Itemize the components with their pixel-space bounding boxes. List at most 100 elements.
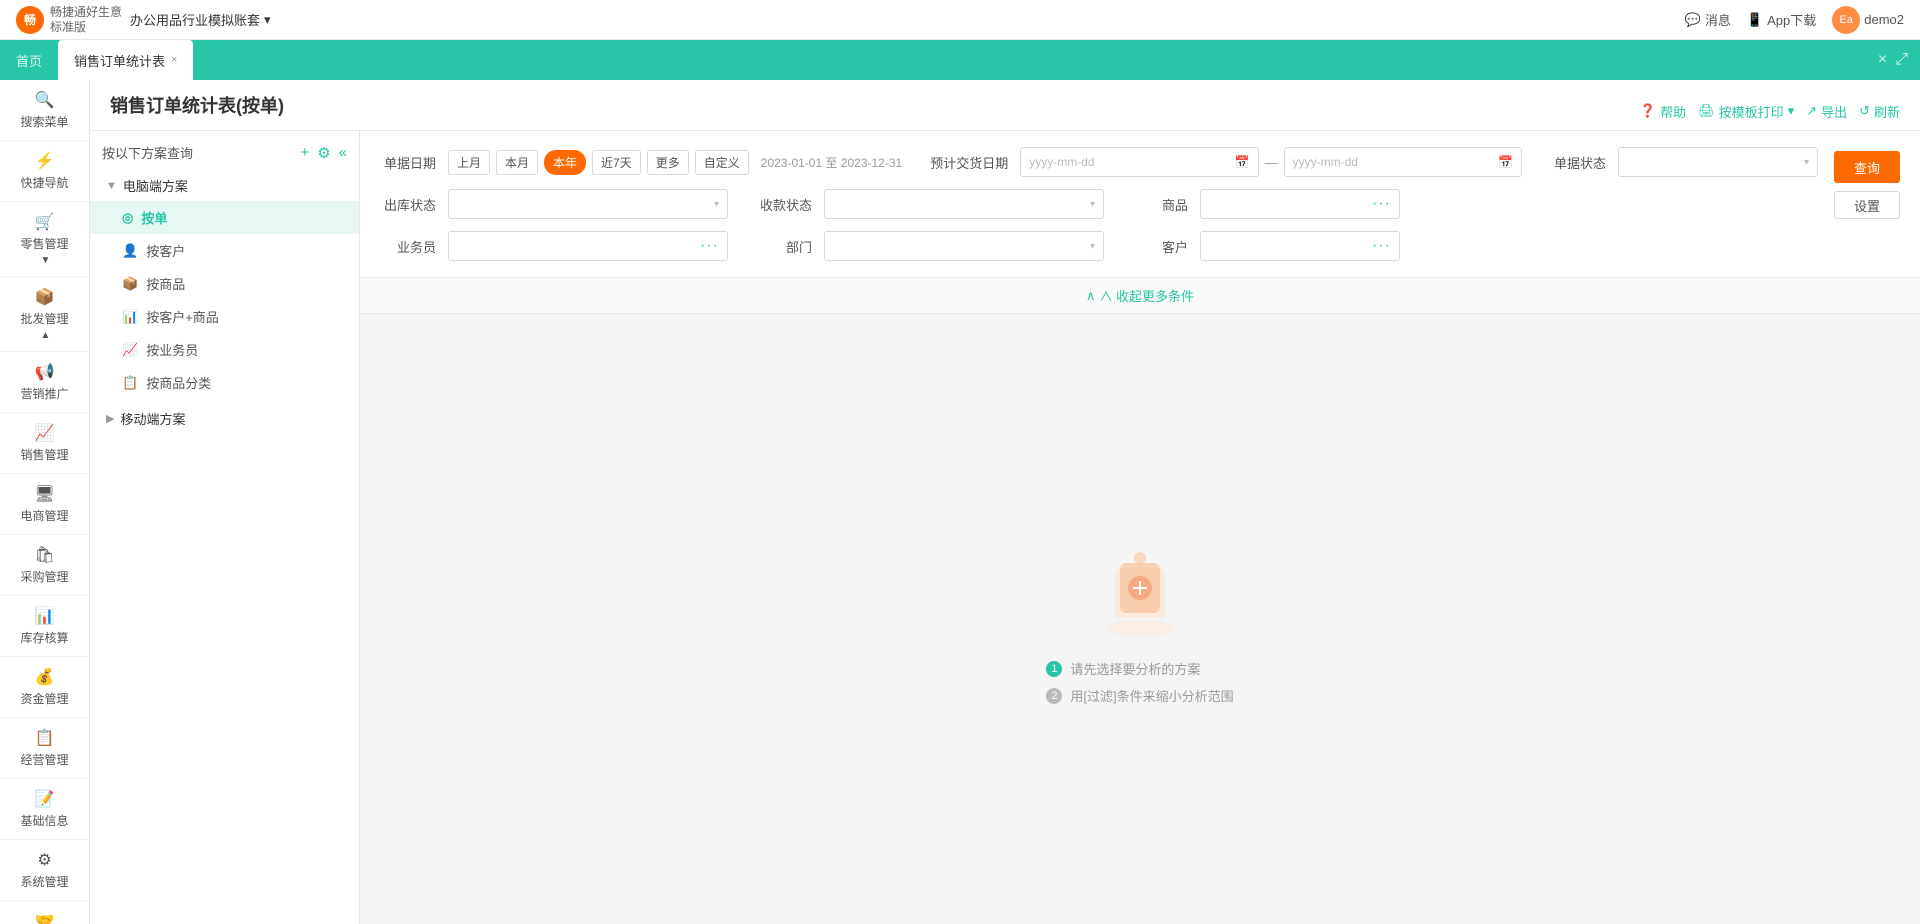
scheme-header-actions: + ⚙ « xyxy=(300,144,347,162)
customer-select[interactable]: ··· xyxy=(1200,231,1400,261)
basic-icon: 📝 xyxy=(35,789,55,809)
operation-icon: 📋 xyxy=(35,728,55,748)
tab-close-icon[interactable]: × xyxy=(171,54,177,66)
sidebar-item-quick-nav[interactable]: ⚡ 快捷导航 xyxy=(0,141,89,202)
sidebar-item-inventory[interactable]: 📊 库存核算 xyxy=(0,596,89,657)
sidebar-item-sales[interactable]: 📈 销售管理 xyxy=(0,413,89,474)
search-icon: 🔍 xyxy=(35,90,55,110)
scheme-add-btn[interactable]: + xyxy=(300,144,309,161)
purchase-icon: 🛍 xyxy=(34,545,54,565)
logo-area: 畅 畅捷通好生意 标准版 xyxy=(16,5,122,34)
top-bar: 畅 畅捷通好生意 标准版 办公用品行业模拟账套 ▾ 💬 消息 📱 App下载 E… xyxy=(0,0,1920,40)
scheme-section-mobile: ▶ 移动端方案 xyxy=(90,403,359,434)
settings-btn[interactable]: 设置 xyxy=(1834,191,1900,219)
pc-section-arrow-icon: ▼ xyxy=(106,180,117,192)
tab-home[interactable]: 首页 xyxy=(0,40,58,80)
retail-arrow-icon: ▼ xyxy=(41,255,51,266)
page-title: 销售订单统计表(按单) xyxy=(110,92,284,130)
print-btn[interactable]: 🖨 按模板打印 ▾ xyxy=(1698,102,1794,121)
sidebar-item-retail[interactable]: 🛒 零售管理 ▼ xyxy=(0,202,89,277)
scheme-item-by-customer-goods[interactable]: 📊 按客户+商品 xyxy=(90,300,359,333)
expected-date-end[interactable]: yyyy-mm-dd 📅 xyxy=(1284,147,1522,177)
sales-icon: 📈 xyxy=(35,423,55,443)
goods-dots-icon[interactable]: ··· xyxy=(1372,195,1391,213)
sidebar-item-system[interactable]: ⚙ 系统管理 xyxy=(0,840,89,901)
app-download-btn[interactable]: 📱 App下载 xyxy=(1747,10,1816,29)
top-bar-left: 畅 畅捷通好生意 标准版 办公用品行业模拟账套 ▾ xyxy=(16,5,271,34)
sidebar-item-wholesale[interactable]: 📦 批发管理 ▲ xyxy=(0,277,89,352)
collapse-row[interactable]: ∧ ∧ 收起更多条件 xyxy=(360,278,1920,314)
logo-icon: 畅 xyxy=(16,6,44,34)
collapse-label: ∧ 收起更多条件 xyxy=(1099,286,1194,305)
help-btn[interactable]: ❓ 帮助 xyxy=(1640,102,1686,121)
salesperson-dots-icon[interactable]: ··· xyxy=(700,237,719,255)
date-btn-this-year[interactable]: 本年 xyxy=(544,150,586,175)
date-btn-last-month[interactable]: 上月 xyxy=(448,150,490,175)
mobile-section-arrow-icon: ▶ xyxy=(106,412,114,425)
collapse-icon: ∧ xyxy=(1086,288,1096,304)
department-select[interactable]: ▾ xyxy=(824,231,1104,261)
filter-row-3: 业务员 ··· 部门 ▾ 客户 xyxy=(380,231,1818,261)
split-layout: 按以下方案查询 + ⚙ « ▼ 电脑端方案 ◎ 按单 xyxy=(90,131,1920,924)
empty-state: 1 请先选择要分析的方案 2 用[过滤]条件来缩小分析范围 xyxy=(360,314,1920,924)
tab-maximize-icon[interactable]: ⤢ xyxy=(1895,51,1908,69)
filter-row-1: 单据日期 上月 本月 本年 近7天 更多 自定义 2023-01-01 至 20… xyxy=(380,147,1818,177)
by-category-icon: 📋 xyxy=(122,375,138,391)
filter-area: 单据日期 上月 本月 本年 近7天 更多 自定义 2023-01-01 至 20… xyxy=(360,131,1920,278)
sidebar-item-basic[interactable]: 📝 基础信息 xyxy=(0,779,89,840)
help-icon: ❓ xyxy=(1640,103,1656,119)
date-btn-custom[interactable]: 自定义 xyxy=(695,150,749,175)
salesperson-select[interactable]: ··· xyxy=(448,231,728,261)
by-customer-goods-icon: 📊 xyxy=(122,309,138,325)
date-btn-more[interactable]: 更多 xyxy=(647,150,689,175)
tab-minimize-icon[interactable]: × xyxy=(1878,51,1887,69)
sidebar-item-enterprise[interactable]: 🤝 企业协同 xyxy=(0,901,89,924)
expected-date-group: yyyy-mm-dd 📅 — yyyy-mm-dd 📅 xyxy=(1020,147,1522,177)
scheme-item-by-goods[interactable]: 📦 按商品 xyxy=(90,267,359,300)
quick-nav-icon: ⚡ xyxy=(35,151,55,171)
date-btn-last7days[interactable]: 近7天 xyxy=(592,150,641,175)
print-arrow-icon: ▾ xyxy=(1788,103,1795,119)
goods-select[interactable]: ··· xyxy=(1200,189,1400,219)
delivery-status-select[interactable]: ▾ xyxy=(448,189,728,219)
sidebar-item-purchase[interactable]: 🛍 采购管理 xyxy=(0,535,89,596)
action-col: 查询 设置 xyxy=(1834,147,1900,219)
scheme-section-mobile-header[interactable]: ▶ 移动端方案 xyxy=(90,403,359,434)
date-btn-group: 上月 本月 本年 近7天 更多 自定义 xyxy=(448,150,749,175)
date-btn-this-month[interactable]: 本月 xyxy=(496,150,538,175)
sidebar: 🔍 搜索菜单 ⚡ 快捷导航 🛒 零售管理 ▼ 📦 批发管理 ▲ 📢 营销推广 📈… xyxy=(0,80,90,924)
sidebar-item-marketing[interactable]: 📢 营销推广 xyxy=(0,352,89,413)
scheme-item-by-salesperson[interactable]: 📈 按业务员 xyxy=(90,333,359,366)
bill-status-select[interactable]: ▾ xyxy=(1618,147,1818,177)
sidebar-item-search-menu[interactable]: 🔍 搜索菜单 xyxy=(0,80,89,141)
wholesale-arrow-icon: ▲ xyxy=(41,330,51,341)
refresh-btn[interactable]: ↺ 刷新 xyxy=(1859,102,1900,121)
sidebar-item-finance[interactable]: 💰 资金管理 xyxy=(0,657,89,718)
export-btn[interactable]: ↗ 导出 xyxy=(1806,102,1847,121)
scheme-item-by-customer[interactable]: 👤 按客户 xyxy=(90,234,359,267)
filter-row-2: 出库状态 ▾ 收款状态 ▾ 商品 xyxy=(380,189,1818,219)
scheme-collapse-btn[interactable]: « xyxy=(339,144,347,161)
search-btn[interactable]: 查询 xyxy=(1834,151,1900,183)
date-label: 单据日期 xyxy=(380,153,436,172)
filter-results-panel: 单据日期 上月 本月 本年 近7天 更多 自定义 2023-01-01 至 20… xyxy=(360,131,1920,924)
scheme-section-pc-header[interactable]: ▼ 电脑端方案 xyxy=(90,170,359,201)
sidebar-item-ecommerce[interactable]: 🖥 电商管理 xyxy=(0,474,89,535)
sidebar-item-operation[interactable]: 📋 经营管理 xyxy=(0,718,89,779)
by-goods-icon: 📦 xyxy=(122,276,138,292)
ecommerce-icon: 🖥 xyxy=(34,484,54,504)
messages-btn[interactable]: 💬 消息 xyxy=(1685,10,1731,29)
date-range-display: 2023-01-01 至 2023-12-31 xyxy=(761,154,902,171)
receipt-status-select[interactable]: ▾ xyxy=(824,189,1104,219)
scheme-settings-btn[interactable]: ⚙ xyxy=(317,144,330,162)
calendar-start-icon: 📅 xyxy=(1235,155,1250,169)
customer-dots-icon[interactable]: ··· xyxy=(1372,237,1391,255)
expected-date-start[interactable]: yyyy-mm-dd 📅 xyxy=(1020,147,1258,177)
scheme-item-by-category[interactable]: 📋 按商品分类 xyxy=(90,366,359,399)
department-arrow-icon: ▾ xyxy=(1090,241,1095,252)
mobile-section-label: 移动端方案 xyxy=(120,409,185,428)
scheme-item-by-order[interactable]: ◎ 按单 xyxy=(90,201,359,234)
user-avatar-btn[interactable]: Ea demo2 xyxy=(1832,6,1904,34)
tab-sales-stats[interactable]: 销售订单统计表 × xyxy=(58,40,193,80)
app-selector[interactable]: 办公用品行业模拟账套 ▾ xyxy=(130,10,271,29)
